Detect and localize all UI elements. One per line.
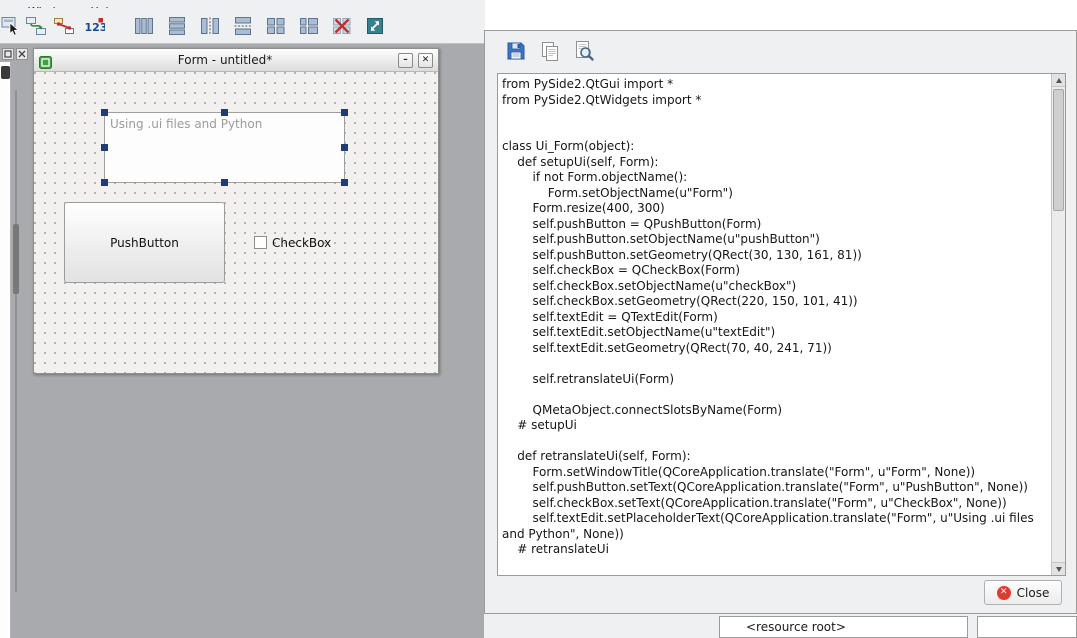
layout-vertical-icon[interactable] — [166, 15, 188, 37]
selection-handle[interactable] — [341, 179, 348, 186]
svg-text:123: 123 — [85, 21, 106, 34]
scrollbar-up-button[interactable] — [1052, 74, 1065, 87]
minimize-button[interactable]: – — [398, 53, 413, 68]
copy-icon[interactable] — [537, 38, 563, 64]
save-icon[interactable] — [503, 38, 529, 64]
find-icon[interactable] — [571, 38, 597, 64]
checkbox-widget[interactable]: CheckBox — [254, 222, 355, 263]
selection-handle[interactable] — [101, 179, 108, 186]
resource-root-item[interactable]: <resource root> — [746, 620, 846, 634]
scrollbar-thumb[interactable] — [1053, 89, 1064, 211]
vertical-scrollbar[interactable] — [1051, 74, 1065, 575]
code-dialog-toolbar — [503, 38, 597, 64]
adjust-size-icon[interactable] — [364, 15, 386, 37]
layout-horizontal-icon[interactable] — [133, 15, 155, 37]
form-titlebar[interactable]: Form - untitled* – ✕ — [34, 49, 438, 72]
code-editor[interactable]: from PySide2.QtGui import * from PySide2… — [497, 73, 1066, 576]
code-preview-dialog: from PySide2.QtGui import * from PySide2… — [484, 30, 1077, 614]
selection-handle[interactable] — [101, 109, 108, 116]
close-button-label: Close — [1017, 586, 1050, 600]
dock-close-button[interactable] — [16, 48, 28, 60]
edit-buddies-icon[interactable] — [53, 15, 75, 37]
form-canvas[interactable]: Using .ui files and Python PushButton Ch… — [34, 72, 438, 373]
dock-float-button[interactable] — [2, 48, 14, 60]
selection-handle[interactable] — [221, 109, 228, 116]
pushbutton-widget[interactable]: PushButton — [64, 202, 225, 283]
layout-vertical-splitter-icon[interactable] — [232, 15, 254, 37]
textedit-widget[interactable]: Using .ui files and Python — [104, 112, 345, 183]
arrow-down-icon — [1056, 567, 1062, 572]
form-designer-window: Form - untitled* – ✕ Using .ui files and… — [33, 48, 439, 374]
widget-box-panel-edge — [0, 62, 11, 638]
panel-scrollbar-thumb[interactable] — [13, 224, 19, 294]
layout-horizontal-splitter-icon[interactable] — [199, 15, 221, 37]
layout-form-icon[interactable] — [298, 15, 320, 37]
edit-tab-order-icon[interactable]: 123 — [83, 15, 105, 37]
edit-widgets-icon[interactable] — [1, 15, 23, 37]
arrow-up-icon — [1056, 78, 1062, 83]
selection-handle[interactable] — [341, 144, 348, 151]
panel-splitter[interactable] — [15, 90, 17, 592]
layout-grid-icon[interactable] — [265, 15, 287, 37]
selection-handle[interactable] — [341, 109, 348, 116]
form-window-title: Form - untitled* — [57, 53, 393, 67]
code-text[interactable]: from PySide2.QtGui import * from PySide2… — [498, 74, 1051, 575]
edit-signals-slots-icon[interactable] — [25, 15, 47, 37]
checkbox-indicator — [254, 236, 267, 249]
resource-editor-fragment: <resource root> — [484, 614, 1077, 638]
close-button[interactable]: ✕ Close — [984, 580, 1062, 605]
resource-tree[interactable]: <resource root> — [719, 616, 968, 638]
resource-list[interactable] — [977, 616, 1077, 638]
scrollbar-down-button[interactable] — [1052, 562, 1065, 575]
selection-handle[interactable] — [101, 144, 108, 151]
close-window-button[interactable]: ✕ — [418, 53, 433, 68]
qt-designer-window: Window Help — [0, 0, 485, 638]
menubar: Window Help — [0, 0, 485, 8]
main-toolbar: 123 — [0, 8, 485, 44]
textedit-placeholder: Using .ui files and Python — [110, 117, 262, 131]
break-layout-icon[interactable] — [331, 15, 353, 37]
designer-form-icon — [39, 54, 52, 67]
close-circle-icon: ✕ — [997, 586, 1011, 600]
mdi-area: Form - untitled* – ✕ Using .ui files and… — [0, 44, 485, 638]
checkbox-label: CheckBox — [272, 236, 331, 250]
widget-box-icon — [1, 66, 10, 79]
selection-handle[interactable] — [221, 179, 228, 186]
